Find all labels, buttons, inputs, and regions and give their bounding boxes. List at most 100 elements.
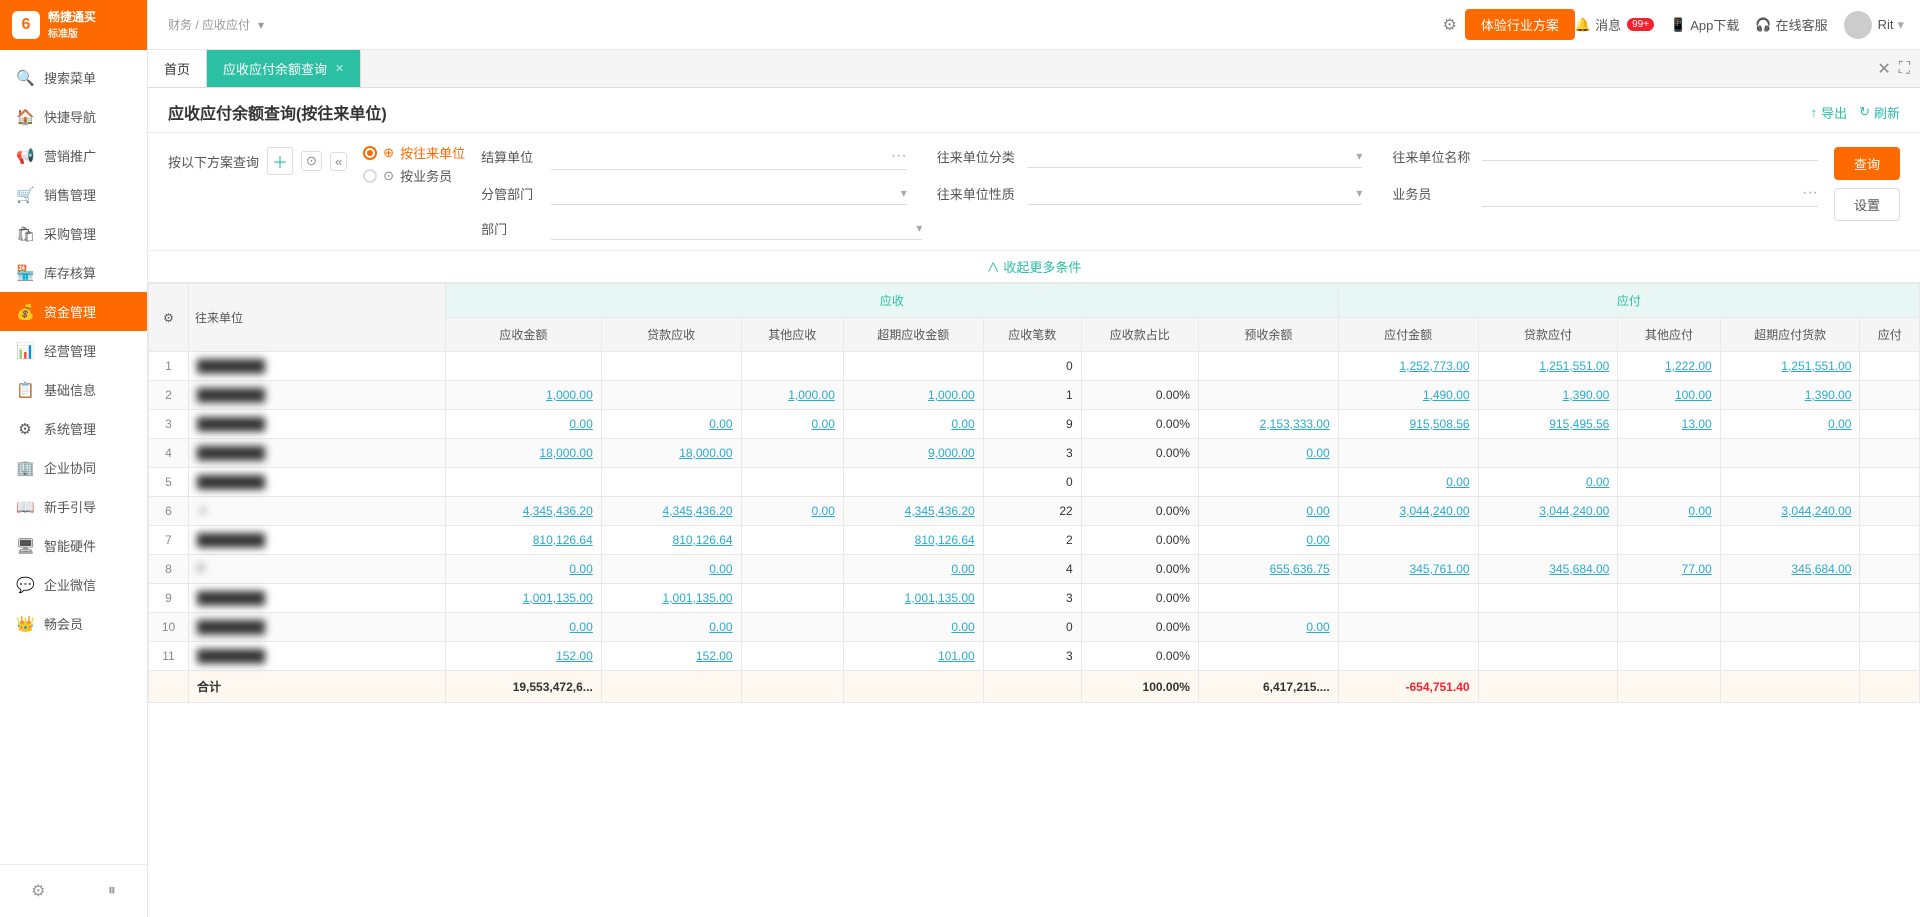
user-menu[interactable]: Rit ▾: [1844, 11, 1904, 39]
table-cell[interactable]: 1,001,135.00: [445, 584, 601, 613]
table-cell[interactable]: 0.00: [1338, 468, 1478, 497]
table-cell[interactable]: 0.00: [1198, 497, 1338, 526]
sidebar-item-sales[interactable]: 🛒 销售管理: [0, 175, 147, 214]
online-service-button[interactable]: 🎧 在线客服: [1755, 15, 1827, 34]
table-cell[interactable]: 0.00: [601, 410, 741, 439]
table-cell[interactable]: 1,251,551.00: [1720, 352, 1860, 381]
table-cell[interactable]: 0.00: [1478, 468, 1618, 497]
sidebar-item-purchase[interactable]: 🛍 采购管理: [0, 214, 147, 253]
sidebar-item-search[interactable]: 🔍 搜索菜单: [0, 58, 147, 97]
table-cell[interactable]: 1,251,551.00: [1478, 352, 1618, 381]
table-cell[interactable]: 4,345,436.20: [445, 497, 601, 526]
sidebar-item-wechat[interactable]: 💬 企业微信: [0, 565, 147, 604]
header-gear-icon[interactable]: ⚙: [1443, 15, 1457, 35]
table-cell[interactable]: 0.00: [601, 555, 741, 584]
table-cell[interactable]: 9,000.00: [843, 439, 983, 468]
sidebar-item-finance[interactable]: 💰 资金管理: [0, 292, 147, 331]
footer-ar-total[interactable]: 19,553,472,6...: [445, 671, 601, 703]
tab-close-window-icon[interactable]: ✕: [1877, 59, 1890, 79]
table-cell[interactable]: 1,252,773.00: [1338, 352, 1478, 381]
table-cell[interactable]: 1,390.00: [1720, 381, 1860, 410]
table-cell[interactable]: 810,126.64: [843, 526, 983, 555]
sidebar-item-operations[interactable]: 📊 经营管理: [0, 331, 147, 370]
scheme-add-button[interactable]: ＋: [267, 147, 293, 175]
sidebar-item-guide[interactable]: 📖 新手引导: [0, 487, 147, 526]
sidebar-item-quicknav[interactable]: 🏠 快捷导航: [0, 97, 147, 136]
table-col-settings[interactable]: ⚙: [149, 284, 189, 352]
table-cell[interactable]: 810,126.64: [601, 526, 741, 555]
tab-home[interactable]: 首页: [148, 50, 207, 87]
table-cell[interactable]: 345,684.00: [1720, 555, 1860, 584]
table-cell[interactable]: 0.00: [843, 613, 983, 642]
table-cell[interactable]: 18,000.00: [601, 439, 741, 468]
footer-ar-prepaid[interactable]: 6,417,215....: [1198, 671, 1338, 703]
table-cell[interactable]: 0.00: [741, 410, 843, 439]
table-cell[interactable]: 77.00: [1618, 555, 1720, 584]
table-cell[interactable]: 915,495.56: [1478, 410, 1618, 439]
table-cell[interactable]: 0.00: [1198, 613, 1338, 642]
messages-button[interactable]: 🔔 消息 99+: [1575, 15, 1654, 34]
table-cell[interactable]: 4,345,436.20: [601, 497, 741, 526]
table-cell[interactable]: 152.00: [445, 642, 601, 671]
table-cell[interactable]: 655,636.75: [1198, 555, 1338, 584]
footer-ar-ratio[interactable]: 100.00%: [1081, 671, 1198, 703]
sidebar-item-inventory[interactable]: 🏪 库存核算: [0, 253, 147, 292]
scheme-option-salesperson[interactable]: ⊙ 按业务员: [363, 166, 465, 185]
table-cell[interactable]: 810,126.64: [445, 526, 601, 555]
refresh-button[interactable]: ↻ 刷新: [1859, 103, 1900, 122]
table-cell[interactable]: 1,000.00: [843, 381, 983, 410]
table-cell[interactable]: 0.00: [445, 410, 601, 439]
sidebar-item-hardware[interactable]: 🖥 智能硬件: [0, 526, 147, 565]
sidebar-item-marketing[interactable]: 📢 营销推广: [0, 136, 147, 175]
table-cell[interactable]: 345,684.00: [1478, 555, 1618, 584]
table-cell[interactable]: 1,001,135.00: [601, 584, 741, 613]
table-cell[interactable]: 0.00: [1720, 410, 1860, 439]
table-cell[interactable]: 0.00: [445, 555, 601, 584]
table-cell[interactable]: 0.00: [1198, 439, 1338, 468]
sidebar-item-system[interactable]: ⚙ 系统管理: [0, 409, 147, 448]
table-cell[interactable]: 3,044,240.00: [1338, 497, 1478, 526]
settings-bottom-icon[interactable]: ⚙: [23, 877, 53, 905]
table-cell[interactable]: 1,000.00: [445, 381, 601, 410]
table-cell[interactable]: 345,761.00: [1338, 555, 1478, 584]
table-cell[interactable]: 100.00: [1618, 381, 1720, 410]
table-cell[interactable]: 101.00: [843, 642, 983, 671]
table-cell[interactable]: 0.00: [1618, 497, 1720, 526]
scheme-collapse-icon[interactable]: «: [330, 152, 347, 171]
table-cell[interactable]: 18,000.00: [445, 439, 601, 468]
partner-name-input[interactable]: [1482, 152, 1818, 161]
scheme-settings-icon[interactable]: ⊙: [301, 151, 322, 171]
salesperson-input[interactable]: ···: [1482, 180, 1818, 207]
collapse-sidebar-icon[interactable]: ⏸: [100, 878, 124, 904]
sidebar-item-member[interactable]: 👑 畅会员: [0, 604, 147, 643]
partner-category-input[interactable]: ▾: [1027, 145, 1363, 168]
query-button[interactable]: 查询: [1834, 147, 1900, 180]
promo-button[interactable]: 体验行业方案: [1465, 9, 1575, 40]
table-cell[interactable]: 13.00: [1618, 410, 1720, 439]
tab-ar-ap[interactable]: 应收应付余额查询 ✕: [207, 50, 361, 87]
table-cell[interactable]: 2,153,333.00: [1198, 410, 1338, 439]
table-cell[interactable]: 915,508.56: [1338, 410, 1478, 439]
filter-collapse-button[interactable]: ∧ 收起更多条件: [148, 251, 1920, 282]
table-cell[interactable]: 0.00: [843, 555, 983, 584]
table-cell[interactable]: 0.00: [445, 613, 601, 642]
sidebar-item-basic[interactable]: 📋 基础信息: [0, 370, 147, 409]
table-cell[interactable]: 152.00: [601, 642, 741, 671]
partner-nature-input[interactable]: ▾: [1027, 182, 1363, 205]
table-cell[interactable]: 1,490.00: [1338, 381, 1478, 410]
scheme-option-partner[interactable]: ⊕ 按往来单位: [363, 143, 465, 162]
settlement-unit-input[interactable]: ···: [551, 143, 907, 170]
table-cell[interactable]: 0.00: [741, 497, 843, 526]
table-cell[interactable]: 4,345,436.20: [843, 497, 983, 526]
table-cell[interactable]: 0.00: [1198, 526, 1338, 555]
dept-input[interactable]: ▾: [551, 217, 922, 240]
tab-maximize-icon[interactable]: ⛶: [1899, 60, 1910, 78]
table-cell[interactable]: 3,044,240.00: [1478, 497, 1618, 526]
export-button[interactable]: ↑ 导出: [1811, 103, 1848, 122]
table-cell[interactable]: 1,222.00: [1618, 352, 1720, 381]
dept-manager-input[interactable]: ▾: [551, 182, 907, 205]
table-cell[interactable]: 1,001,135.00: [843, 584, 983, 613]
table-cell[interactable]: 0.00: [843, 410, 983, 439]
table-cell[interactable]: 3,044,240.00: [1720, 497, 1860, 526]
table-cell[interactable]: 1,390.00: [1478, 381, 1618, 410]
